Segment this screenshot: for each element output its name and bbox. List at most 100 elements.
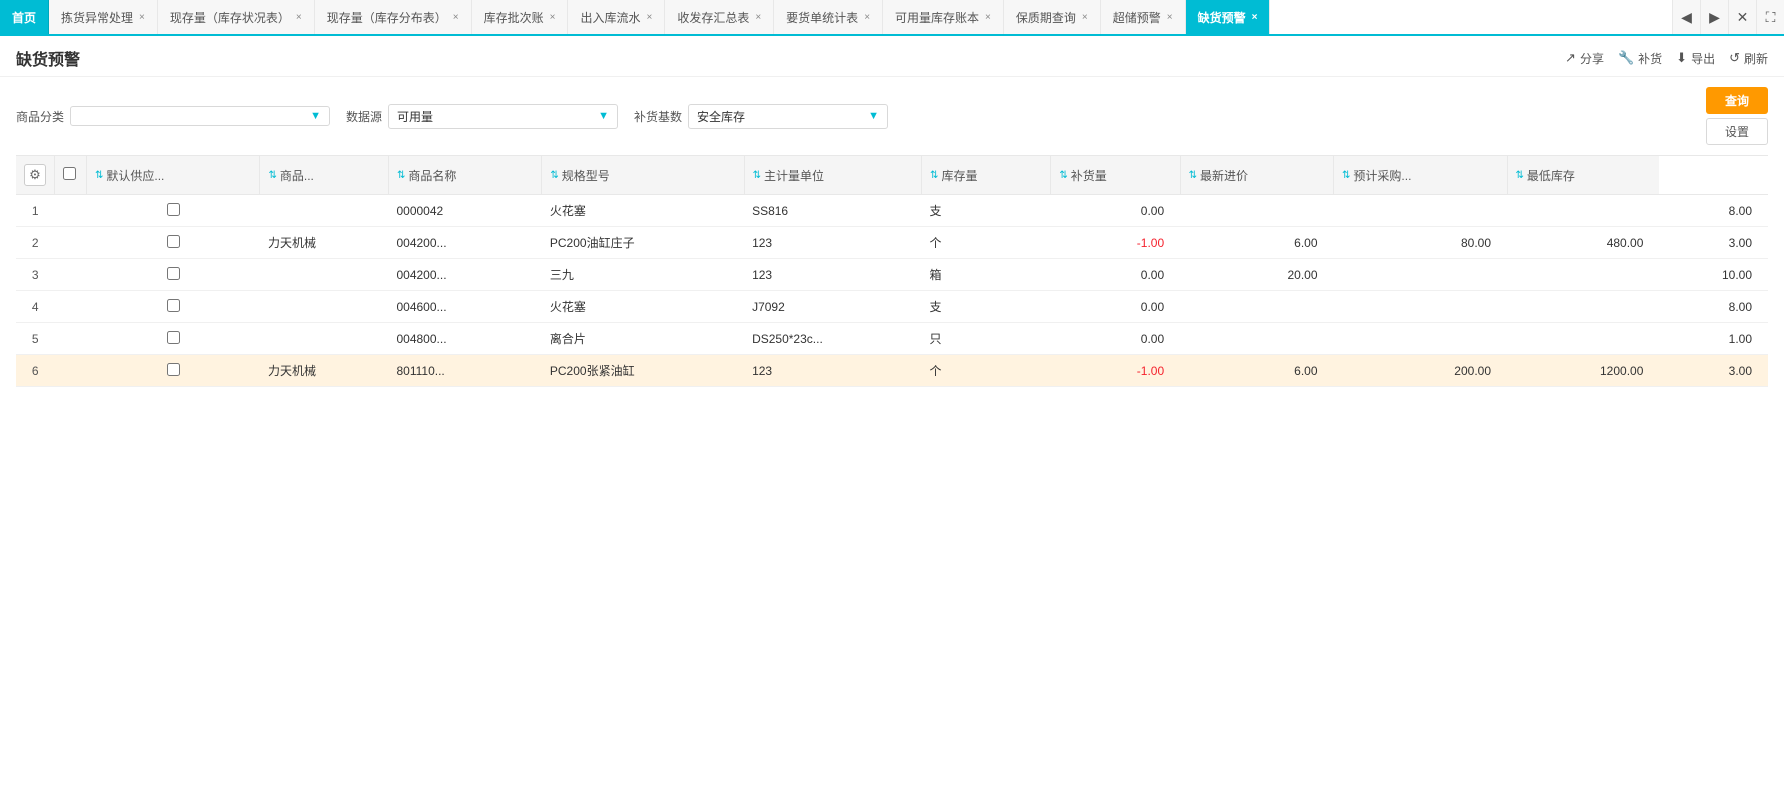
row-unit: 支	[922, 291, 1051, 323]
tab-close-icon[interactable]: ×	[296, 12, 302, 23]
row-default-supplier	[260, 259, 389, 291]
col-sort-product-code[interactable]: ⇅ 商品...	[268, 167, 313, 184]
tab-available-ledger[interactable]: 可用量库存账本 ×	[883, 0, 1004, 34]
datasource-select-value: 可用量	[397, 108, 433, 125]
row-checkbox[interactable]	[167, 267, 180, 280]
tab-label: 保质期查询	[1016, 9, 1076, 26]
datasource-select[interactable]: 可用量 ▼	[388, 104, 618, 129]
col-sort-icon: ⇅	[1189, 170, 1197, 181]
row-unit: 支	[922, 195, 1051, 227]
tab-inventory-dist[interactable]: 现存量（库存分布表） ×	[315, 0, 472, 34]
tab-inventory-status[interactable]: 现存量（库存状况表） ×	[158, 0, 315, 34]
refresh-label: 刷新	[1744, 50, 1768, 67]
row-spec: 123	[744, 227, 921, 259]
row-stock: -1.00	[1051, 355, 1180, 387]
select-all-checkbox[interactable]	[63, 167, 76, 180]
replenish-button[interactable]: 🔧 补货	[1618, 50, 1662, 67]
share-button[interactable]: ↗ 分享	[1565, 50, 1604, 67]
tab-overstock[interactable]: 超储预警 ×	[1101, 0, 1186, 34]
row-est-purchase	[1507, 323, 1659, 355]
category-select[interactable]: ▼	[70, 106, 330, 126]
row-replenish-qty: 6.00	[1180, 227, 1333, 259]
col-sort-product-name[interactable]: ⇅ 商品名称	[397, 167, 456, 184]
row-product-code: 004800...	[388, 323, 541, 355]
row-product-code: 004200...	[388, 227, 541, 259]
col-sort-replenish-qty[interactable]: ⇅ 补货量	[1059, 167, 1106, 184]
table-container: ⚙ ⇅ 默认供应... ⇅ 商品...	[0, 155, 1784, 403]
row-checkbox[interactable]	[167, 235, 180, 248]
row-checkbox[interactable]	[167, 299, 180, 312]
tab-prev-button[interactable]: ◀	[1672, 0, 1700, 35]
tab-close-icon[interactable]: ×	[139, 12, 145, 23]
page-title: 缺货预警	[16, 46, 80, 70]
export-button[interactable]: ⬇ 导出	[1676, 50, 1715, 67]
tab-abnormal[interactable]: 拣货异常处理 ×	[49, 0, 158, 34]
replenish-base-label: 补货基数	[634, 108, 682, 125]
row-min-stock: 3.00	[1659, 355, 1768, 387]
tab-close-icon[interactable]: ×	[1082, 12, 1088, 23]
tab-next-button[interactable]: ▶	[1700, 0, 1728, 35]
tab-home[interactable]: 首页	[0, 0, 49, 34]
row-product-name: 火花塞	[542, 291, 744, 323]
tab-inout-flow[interactable]: 出入库流水 ×	[568, 0, 665, 34]
tab-fullscreen-button[interactable]: ⛶	[1756, 0, 1784, 35]
col-sort-stock[interactable]: ⇅ 库存量	[930, 167, 977, 184]
row-min-stock: 8.00	[1659, 291, 1768, 323]
tab-expiry-query[interactable]: 保质期查询 ×	[1004, 0, 1101, 34]
tab-label: 收发存汇总表	[677, 9, 749, 26]
tab-close-icon[interactable]: ×	[755, 12, 761, 23]
row-unit: 只	[922, 323, 1051, 355]
replenish-base-dropdown-icon: ▼	[868, 110, 879, 122]
tab-close-icon[interactable]: ×	[453, 12, 459, 23]
tab-close-current-button[interactable]: ✕	[1728, 0, 1756, 35]
table-header-row: ⚙ ⇅ 默认供应... ⇅ 商品...	[16, 156, 1768, 195]
row-stock: -1.00	[1051, 227, 1180, 259]
col-checkbox	[55, 156, 87, 195]
row-gear-cell	[55, 259, 87, 291]
column-settings-button[interactable]: ⚙	[24, 164, 46, 186]
row-gear-cell	[55, 291, 87, 323]
row-replenish-qty	[1180, 195, 1333, 227]
refresh-button[interactable]: ↺ 刷新	[1729, 50, 1768, 67]
tab-close-icon[interactable]: ×	[985, 12, 991, 23]
tab-close-icon[interactable]: ×	[1167, 12, 1173, 23]
row-latest-price	[1334, 291, 1507, 323]
col-sort-default-supplier[interactable]: ⇅ 默认供应...	[95, 167, 164, 184]
col-sort-icon: ⇅	[1059, 170, 1067, 181]
replenish-base-select[interactable]: 安全库存 ▼	[688, 104, 888, 129]
col-sort-est-purchase[interactable]: ⇅ 预计采购...	[1342, 167, 1411, 184]
row-number: 5	[16, 323, 55, 355]
tab-receive-summary[interactable]: 收发存汇总表 ×	[665, 0, 774, 34]
col-sort-min-stock[interactable]: ⇅ 最低库存	[1516, 167, 1575, 184]
row-est-purchase	[1507, 259, 1659, 291]
tab-demand-stats[interactable]: 要货单统计表 ×	[774, 0, 883, 34]
row-min-stock: 10.00	[1659, 259, 1768, 291]
tab-label: 要货单统计表	[786, 9, 858, 26]
row-checkbox[interactable]	[167, 363, 180, 376]
tab-batch-account[interactable]: 库存批次账 ×	[472, 0, 569, 34]
col-sort-unit[interactable]: ⇅ 主计量单位	[753, 167, 824, 184]
tab-close-icon[interactable]: ×	[550, 12, 556, 23]
row-checkbox[interactable]	[167, 331, 180, 344]
tab-label: 可用量库存账本	[895, 9, 979, 26]
row-number: 2	[16, 227, 55, 259]
tab-close-icon[interactable]: ×	[646, 12, 652, 23]
row-default-supplier: 力天机械	[260, 227, 389, 259]
col-sort-latest-price[interactable]: ⇅ 最新进价	[1189, 167, 1248, 184]
query-button[interactable]: 查询	[1706, 87, 1768, 114]
tab-shortage[interactable]: 缺货预警 ×	[1186, 0, 1271, 34]
col-sort-spec[interactable]: ⇅ 规格型号	[550, 167, 609, 184]
datasource-dropdown-icon: ▼	[598, 110, 609, 122]
export-icon: ⬇	[1676, 50, 1687, 66]
tab-close-icon[interactable]: ×	[864, 12, 870, 23]
row-spec: DS250*23c...	[744, 323, 921, 355]
row-checkbox[interactable]	[167, 203, 180, 216]
row-spec: 123	[744, 259, 921, 291]
tab-close-icon[interactable]: ×	[1252, 12, 1258, 23]
row-replenish-qty: 20.00	[1180, 259, 1333, 291]
row-est-purchase	[1507, 195, 1659, 227]
settings-button[interactable]: 设置	[1706, 118, 1768, 145]
filter-actions: 查询 设置	[1706, 87, 1768, 145]
row-latest-price	[1334, 323, 1507, 355]
row-checkbox-cell	[87, 355, 260, 387]
